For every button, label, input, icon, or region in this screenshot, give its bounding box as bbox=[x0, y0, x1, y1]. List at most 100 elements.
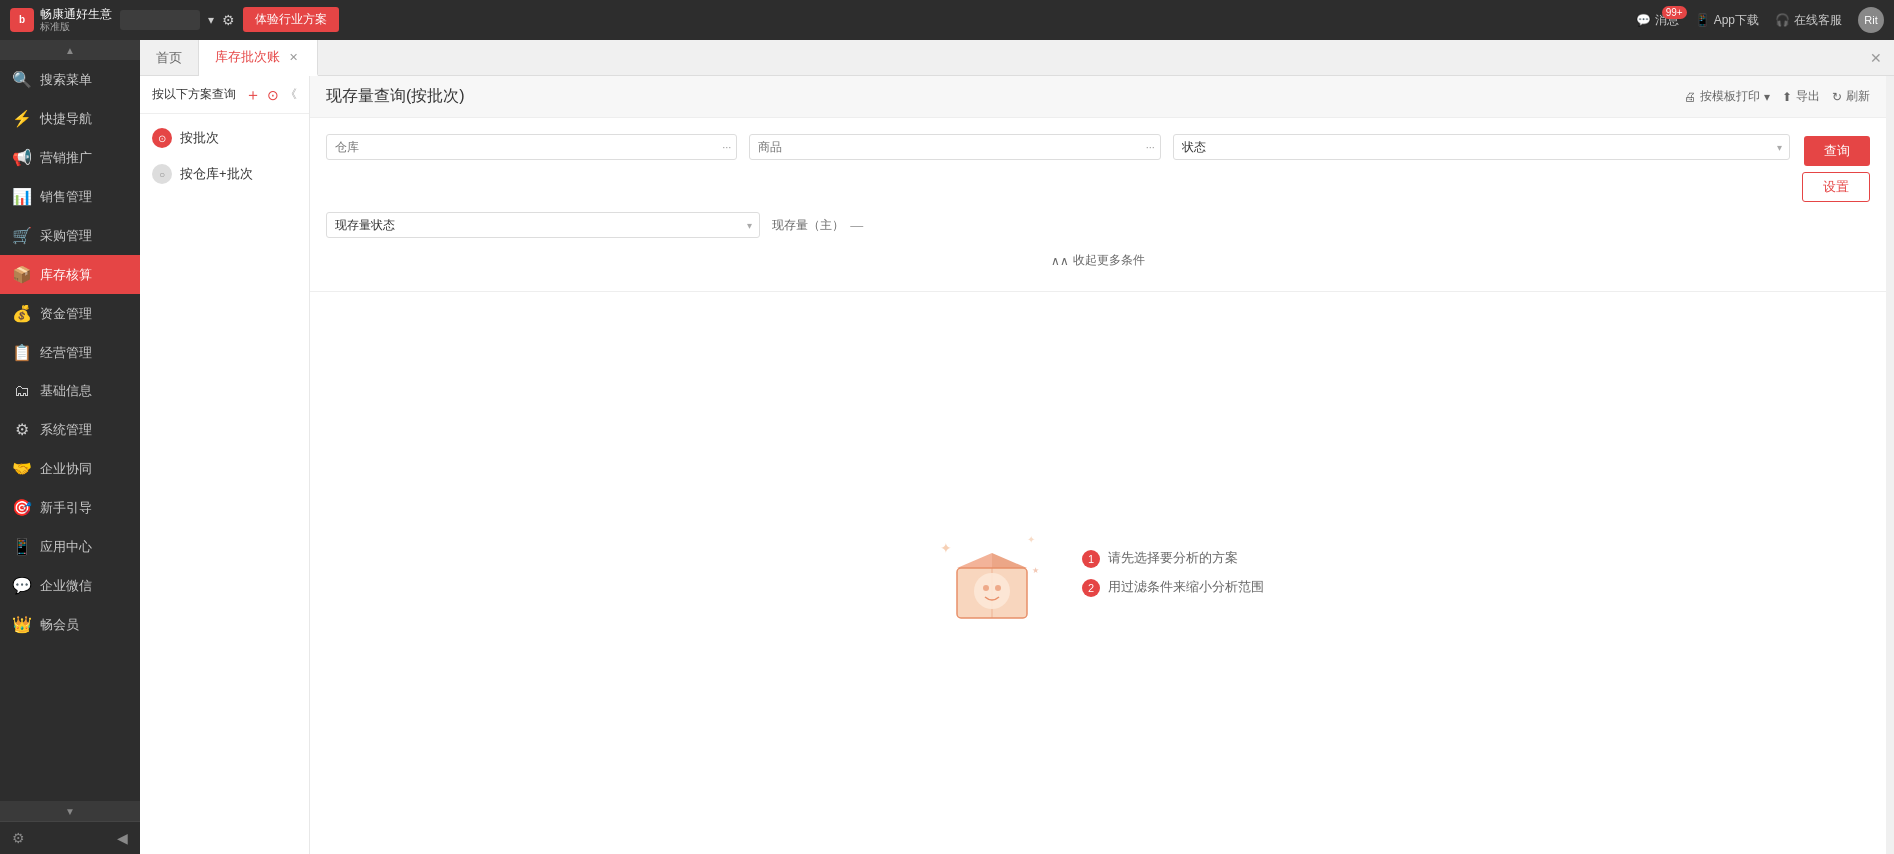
add-scheme-btn[interactable]: ＋ bbox=[245, 87, 261, 103]
online-support-area[interactable]: 🎧 在线客服 bbox=[1775, 12, 1842, 29]
filter-row-2: 现存量状态 ▾ 现存量（主） — bbox=[326, 212, 1870, 238]
title-actions: 🖨 按模板打印 ▾ ⬆ 导出 ↻ 刷新 bbox=[1684, 88, 1870, 105]
sidebar-item-sales[interactable]: 📊 销售管理 bbox=[0, 177, 140, 216]
online-support-label: 在线客服 bbox=[1794, 12, 1842, 29]
sidebar-item-business[interactable]: 📋 经营管理 bbox=[0, 333, 140, 372]
status-select[interactable]: 状态 bbox=[1173, 134, 1790, 160]
tip-num-2: 2 bbox=[1082, 579, 1100, 597]
svg-text:✦: ✦ bbox=[1027, 534, 1035, 545]
enterprise-icon: 🤝 bbox=[12, 459, 32, 478]
tab-inventory-batch-label: 库存批次账 bbox=[215, 48, 280, 66]
warehouse-more-btn[interactable]: ··· bbox=[722, 141, 731, 153]
print-dropdown-icon: ▾ bbox=[1764, 90, 1770, 104]
logo-area: b 畅康通好生意 标准版 bbox=[10, 7, 112, 33]
goods-field: ··· bbox=[749, 134, 1160, 160]
business-icon: 📋 bbox=[12, 343, 32, 362]
goods-more-btn[interactable]: ··· bbox=[1146, 141, 1155, 153]
sidebar-item-label: 营销推广 bbox=[40, 149, 92, 167]
content-area: 首页 库存批次账 ✕ ✕ 按以下方案查询 ＋ ⊙ 《 bbox=[140, 40, 1894, 854]
sidebar-item-appcenter[interactable]: 📱 应用中心 bbox=[0, 527, 140, 566]
logo-icon: b bbox=[10, 8, 34, 32]
close-panel-btn[interactable]: ✕ bbox=[1858, 50, 1894, 66]
sidebar-item-label: 应用中心 bbox=[40, 538, 92, 556]
query-button[interactable]: 查询 bbox=[1804, 136, 1870, 166]
search-icon: 🔍 bbox=[12, 70, 32, 89]
sidebar-item-system[interactable]: ⚙ 系统管理 bbox=[0, 410, 140, 449]
appcenter-icon: 📱 bbox=[12, 537, 32, 556]
svg-text:★: ★ bbox=[1032, 566, 1039, 575]
page-content: 按以下方案查询 ＋ ⊙ 《 ⊙ 按批次 ○ 按仓库+批次 bbox=[140, 76, 1894, 854]
export-label: 导出 bbox=[1796, 88, 1820, 105]
sidebar-item-label: 经营管理 bbox=[40, 344, 92, 362]
chevron-up-icon: ∧∧ bbox=[1051, 254, 1069, 268]
stock-qty-label: 现存量（主） bbox=[772, 217, 844, 234]
status-field: 状态 ▾ bbox=[1173, 134, 1790, 160]
goods-input[interactable] bbox=[749, 134, 1160, 160]
tab-close-icon[interactable]: ✕ bbox=[286, 50, 301, 65]
user-name: Rit bbox=[1864, 14, 1877, 26]
collapse-label: 收起更多条件 bbox=[1073, 252, 1145, 269]
user-area[interactable]: Rit bbox=[1858, 7, 1884, 33]
sidebar-item-quicknav[interactable]: ⚡ 快捷导航 bbox=[0, 99, 140, 138]
sidebar-item-search[interactable]: 🔍 搜索菜单 bbox=[0, 60, 140, 99]
empty-tip-1: 1 请先选择要分析的方案 bbox=[1082, 549, 1264, 568]
scheme-item-warehouse-batch[interactable]: ○ 按仓库+批次 bbox=[140, 156, 309, 192]
sidebar: ▲ 🔍 搜索菜单 ⚡ 快捷导航 📢 营销推广 📊 销售管理 🛒 采购管理 bbox=[0, 40, 140, 854]
chevron-down-icon: ▾ bbox=[208, 13, 214, 27]
sidebar-item-purchase[interactable]: 🛒 采购管理 bbox=[0, 216, 140, 255]
scheme-inactive-icon: ○ bbox=[152, 164, 172, 184]
collapse-button[interactable]: ∧∧ 收起更多条件 bbox=[1045, 246, 1151, 275]
scheme-item-batch[interactable]: ⊙ 按批次 bbox=[140, 120, 309, 156]
print-action[interactable]: 🖨 按模板打印 ▾ bbox=[1684, 88, 1770, 105]
page-title: 现存量查询(按批次) bbox=[326, 86, 465, 107]
status-select-wrap: 状态 ▾ bbox=[1173, 134, 1790, 160]
header-search-input[interactable] bbox=[120, 10, 200, 30]
sidebar-item-finance[interactable]: 💰 资金管理 bbox=[0, 294, 140, 333]
left-panel-title: 按以下方案查询 bbox=[152, 86, 236, 103]
collapse-row: ∧∧ 收起更多条件 bbox=[326, 246, 1870, 275]
right-edge-scrollbar bbox=[1886, 76, 1894, 854]
tip-num-1: 1 bbox=[1082, 550, 1100, 568]
sidebar-item-label: 资金管理 bbox=[40, 305, 92, 323]
settings-button[interactable]: 设置 bbox=[1802, 172, 1870, 202]
sidebar-item-wechat[interactable]: 💬 企业微信 bbox=[0, 566, 140, 605]
svg-point-5 bbox=[974, 573, 1010, 609]
tab-home[interactable]: 首页 bbox=[140, 40, 199, 76]
tip-text-1: 请先选择要分析的方案 bbox=[1108, 549, 1238, 567]
sidebar-item-label: 畅会员 bbox=[40, 616, 79, 634]
inventory-icon: 📦 bbox=[12, 265, 32, 284]
sidebar-item-label: 企业微信 bbox=[40, 577, 92, 595]
export-action[interactable]: ⬆ 导出 bbox=[1782, 88, 1820, 105]
sidebar-item-member[interactable]: 👑 畅会员 bbox=[0, 605, 140, 644]
gear-icon[interactable]: ⚙ bbox=[222, 12, 235, 28]
sidebar-scroll-up[interactable]: ▲ bbox=[0, 40, 140, 60]
sidebar-scroll-down[interactable]: ▼ bbox=[0, 801, 140, 821]
svg-marker-2 bbox=[992, 553, 1027, 568]
sidebar-item-marketing[interactable]: 📢 营销推广 bbox=[0, 138, 140, 177]
print-label: 按模板打印 bbox=[1700, 88, 1760, 105]
stock-status-select[interactable]: 现存量状态 bbox=[326, 212, 760, 238]
sidebar-item-basic[interactable]: 🗂 基础信息 bbox=[0, 372, 140, 410]
refresh-action[interactable]: ↻ 刷新 bbox=[1832, 88, 1870, 105]
sidebar-item-inventory[interactable]: 📦 库存核算 bbox=[0, 255, 140, 294]
logo-text: 畅康通好生意 bbox=[40, 7, 112, 21]
newguide-icon: 🎯 bbox=[12, 498, 32, 517]
experience-button[interactable]: 体验行业方案 bbox=[243, 7, 339, 32]
messages-area[interactable]: 💬 消息 99+ bbox=[1636, 12, 1679, 29]
sidebar-item-label: 基础信息 bbox=[40, 382, 92, 400]
purchase-icon: 🛒 bbox=[12, 226, 32, 245]
toggle-sidebar-icon[interactable]: ◀ bbox=[117, 830, 128, 846]
header-dropdown[interactable]: ▾ bbox=[208, 13, 214, 27]
sidebar-item-enterprise[interactable]: 🤝 企业协同 bbox=[0, 449, 140, 488]
app-download-area[interactable]: 📱 App下载 bbox=[1695, 12, 1759, 29]
logo-sub: 标准版 bbox=[40, 21, 112, 33]
sidebar-item-label: 新手引导 bbox=[40, 499, 92, 517]
sidebar-item-newguide[interactable]: 🎯 新手引导 bbox=[0, 488, 140, 527]
warehouse-input[interactable] bbox=[326, 134, 737, 160]
empty-state: ✦ ✦ ★ 1 请先选择要分析的方案 2 用过滤条件来缩小分析范围 bbox=[310, 292, 1886, 854]
tab-inventory-batch[interactable]: 库存批次账 ✕ bbox=[199, 40, 318, 76]
stock-qty-field: 现存量（主） — bbox=[772, 217, 1206, 234]
scheme-settings-btn[interactable]: ⊙ bbox=[267, 88, 279, 102]
collapse-panel-icon[interactable]: 《 bbox=[285, 86, 297, 103]
settings-bottom-icon[interactable]: ⚙ bbox=[12, 830, 25, 846]
